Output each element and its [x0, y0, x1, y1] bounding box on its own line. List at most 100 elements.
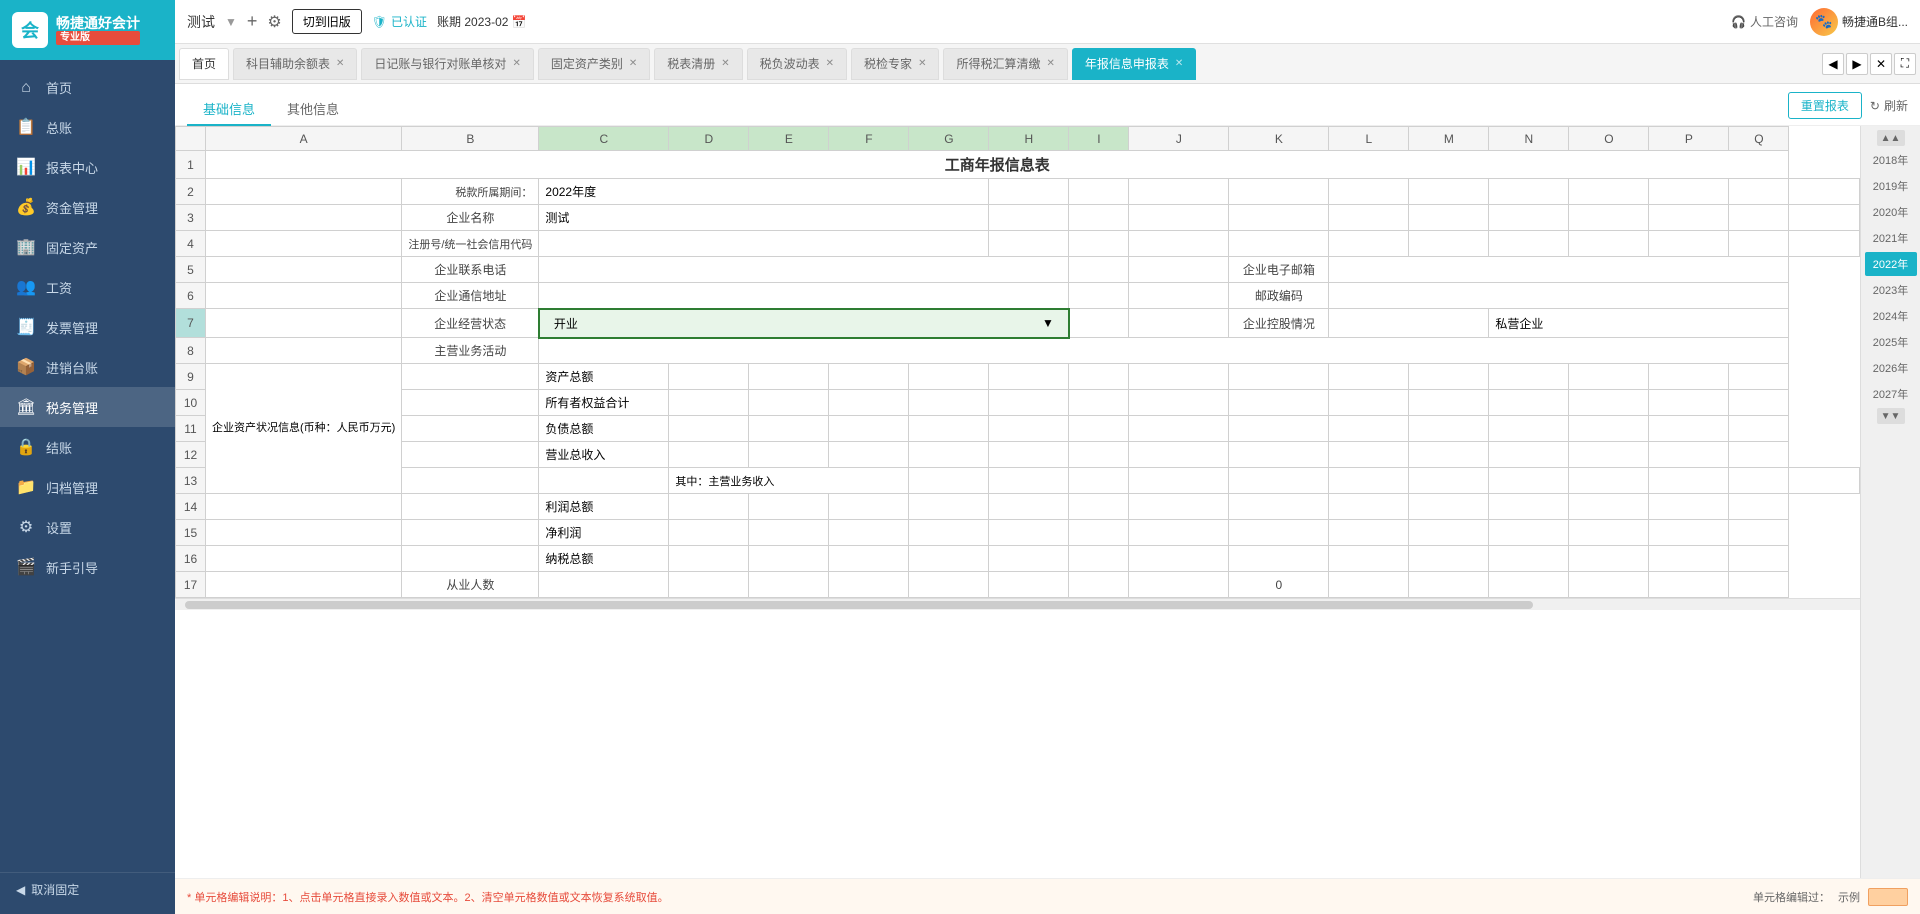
cell-17k[interactable]: 0 — [1229, 572, 1329, 598]
cell-11g[interactable] — [909, 416, 989, 442]
cell-12l[interactable] — [1329, 442, 1409, 468]
tab-bank-close-icon[interactable]: ✕ — [512, 58, 520, 69]
tab-tax-income[interactable]: 所得税汇算清缴 ✕ — [943, 48, 1067, 80]
col-header-c[interactable]: C — [539, 127, 669, 151]
sidebar-item-archive[interactable]: 📁 归档管理 — [0, 467, 175, 507]
cell-13l[interactable] — [1409, 468, 1489, 494]
cell-15m[interactable] — [1409, 520, 1489, 546]
add-workspace-button[interactable]: + — [247, 11, 258, 32]
cell-14b[interactable] — [402, 494, 539, 520]
cell-8a[interactable] — [206, 338, 402, 364]
year-scroll-up-button[interactable]: ▲▲ — [1877, 130, 1905, 146]
cell-12h[interactable] — [989, 442, 1069, 468]
cell-9b[interactable] — [402, 364, 539, 390]
cell-12b[interactable] — [402, 442, 539, 468]
cell-14h[interactable] — [989, 494, 1069, 520]
cell-11j[interactable] — [1129, 416, 1229, 442]
cell-12e[interactable] — [749, 442, 829, 468]
cell-9n[interactable] — [1489, 364, 1569, 390]
cell-15n[interactable] — [1489, 520, 1569, 546]
cell-14a[interactable] — [206, 494, 402, 520]
cell-3p[interactable] — [1729, 205, 1789, 231]
cell-15p[interactable] — [1649, 520, 1729, 546]
cell-15e[interactable] — [749, 520, 829, 546]
col-header-b[interactable]: B — [402, 127, 539, 151]
cell-14j[interactable] — [1129, 494, 1229, 520]
cell-9m[interactable] — [1409, 364, 1489, 390]
cell-4g[interactable] — [1069, 231, 1129, 257]
cell-7i[interactable] — [1069, 309, 1129, 338]
col-header-d[interactable]: D — [669, 127, 749, 151]
cell-10d[interactable] — [669, 390, 749, 416]
cell-17i[interactable] — [1069, 572, 1129, 598]
tab-asset-type-close-icon[interactable]: ✕ — [629, 58, 637, 69]
cell-7ii[interactable] — [1129, 309, 1229, 338]
cell-3l[interactable] — [1409, 205, 1489, 231]
cell-11q[interactable] — [1729, 416, 1789, 442]
cell-16i[interactable] — [1069, 546, 1129, 572]
cell-16f[interactable] — [829, 546, 909, 572]
cell-7c-dropdown[interactable]: 开业 ▼ — [539, 309, 1069, 338]
cell-16q[interactable] — [1729, 546, 1789, 572]
cell-12i[interactable] — [1069, 442, 1129, 468]
cell-3j[interactable] — [1229, 205, 1329, 231]
cell-9g[interactable] — [909, 364, 989, 390]
sidebar-item-guide[interactable]: 🎬 新手引导 — [0, 547, 175, 587]
cell-13h[interactable] — [1069, 468, 1129, 494]
year-item-2020[interactable]: 2020年 — [1865, 200, 1917, 224]
cell-2g[interactable] — [1069, 179, 1129, 205]
cell-7j[interactable]: 企业控股情况 — [1229, 309, 1329, 338]
cell-17m[interactable] — [1409, 572, 1489, 598]
sidebar-item-asset[interactable]: 🏢 固定资产 — [0, 227, 175, 267]
tab-tax-check-close-icon[interactable]: ✕ — [918, 58, 926, 69]
cell-4n[interactable] — [1569, 231, 1649, 257]
cell-16e[interactable] — [749, 546, 829, 572]
year-item-2025[interactable]: 2025年 — [1865, 330, 1917, 354]
cell-6a[interactable] — [206, 283, 402, 309]
year-item-2026[interactable]: 2026年 — [1865, 356, 1917, 380]
cell-4j[interactable] — [1229, 231, 1329, 257]
cell-9h[interactable] — [989, 364, 1069, 390]
cell-11c[interactable]: 负债总额 — [539, 416, 669, 442]
tab-aux[interactable]: 科目辅助余额表 ✕ — [233, 48, 357, 80]
cell-13b[interactable] — [402, 468, 539, 494]
cell-10g[interactable] — [909, 390, 989, 416]
year-item-2019[interactable]: 2019年 — [1865, 174, 1917, 198]
cell-10j[interactable] — [1129, 390, 1229, 416]
cell-16h[interactable] — [989, 546, 1069, 572]
cell-16j[interactable] — [1129, 546, 1229, 572]
cell-14p[interactable] — [1649, 494, 1729, 520]
tab-tax-check[interactable]: 税检专家 ✕ — [851, 48, 939, 80]
sidebar-item-stock[interactable]: 📦 进销台账 — [0, 347, 175, 387]
sidebar-item-close[interactable]: 🔒 结账 — [0, 427, 175, 467]
cell-13p[interactable] — [1729, 468, 1789, 494]
cell-3b[interactable]: 企业名称 — [402, 205, 539, 231]
cell-14l[interactable] — [1329, 494, 1409, 520]
cell-4a[interactable] — [206, 231, 402, 257]
cell-4p[interactable] — [1729, 231, 1789, 257]
cell-17f[interactable] — [829, 572, 909, 598]
switch-old-version-button[interactable]: 切到旧版 — [292, 9, 362, 34]
cell-13o[interactable] — [1649, 468, 1729, 494]
cell-15k[interactable] — [1229, 520, 1329, 546]
cell-4h[interactable] — [1129, 231, 1229, 257]
cell-14q[interactable] — [1729, 494, 1789, 520]
cell-14f[interactable] — [829, 494, 909, 520]
col-header-a[interactable]: A — [206, 127, 402, 151]
sheet-container[interactable]: A B C D E F G H I J K L — [175, 126, 1860, 878]
cell-13k[interactable] — [1329, 468, 1409, 494]
cell-12o[interactable] — [1569, 442, 1649, 468]
cell-6h[interactable] — [1069, 283, 1129, 309]
cell-3n[interactable] — [1569, 205, 1649, 231]
sidebar-item-home[interactable]: ⌂ 首页 — [0, 68, 175, 107]
year-item-2023[interactable]: 2023年 — [1865, 278, 1917, 302]
cell-7k[interactable] — [1329, 309, 1489, 338]
refresh-button[interactable]: ↻ 刷新 — [1870, 97, 1908, 114]
cell-15g[interactable] — [909, 520, 989, 546]
tab-tax-wave-close-icon[interactable]: ✕ — [826, 58, 834, 69]
cell-10l[interactable] — [1329, 390, 1409, 416]
cell-11n[interactable] — [1489, 416, 1569, 442]
cell-15f[interactable] — [829, 520, 909, 546]
cell-12n[interactable] — [1489, 442, 1569, 468]
sidebar-item-settings[interactable]: ⚙ 设置 — [0, 507, 175, 547]
